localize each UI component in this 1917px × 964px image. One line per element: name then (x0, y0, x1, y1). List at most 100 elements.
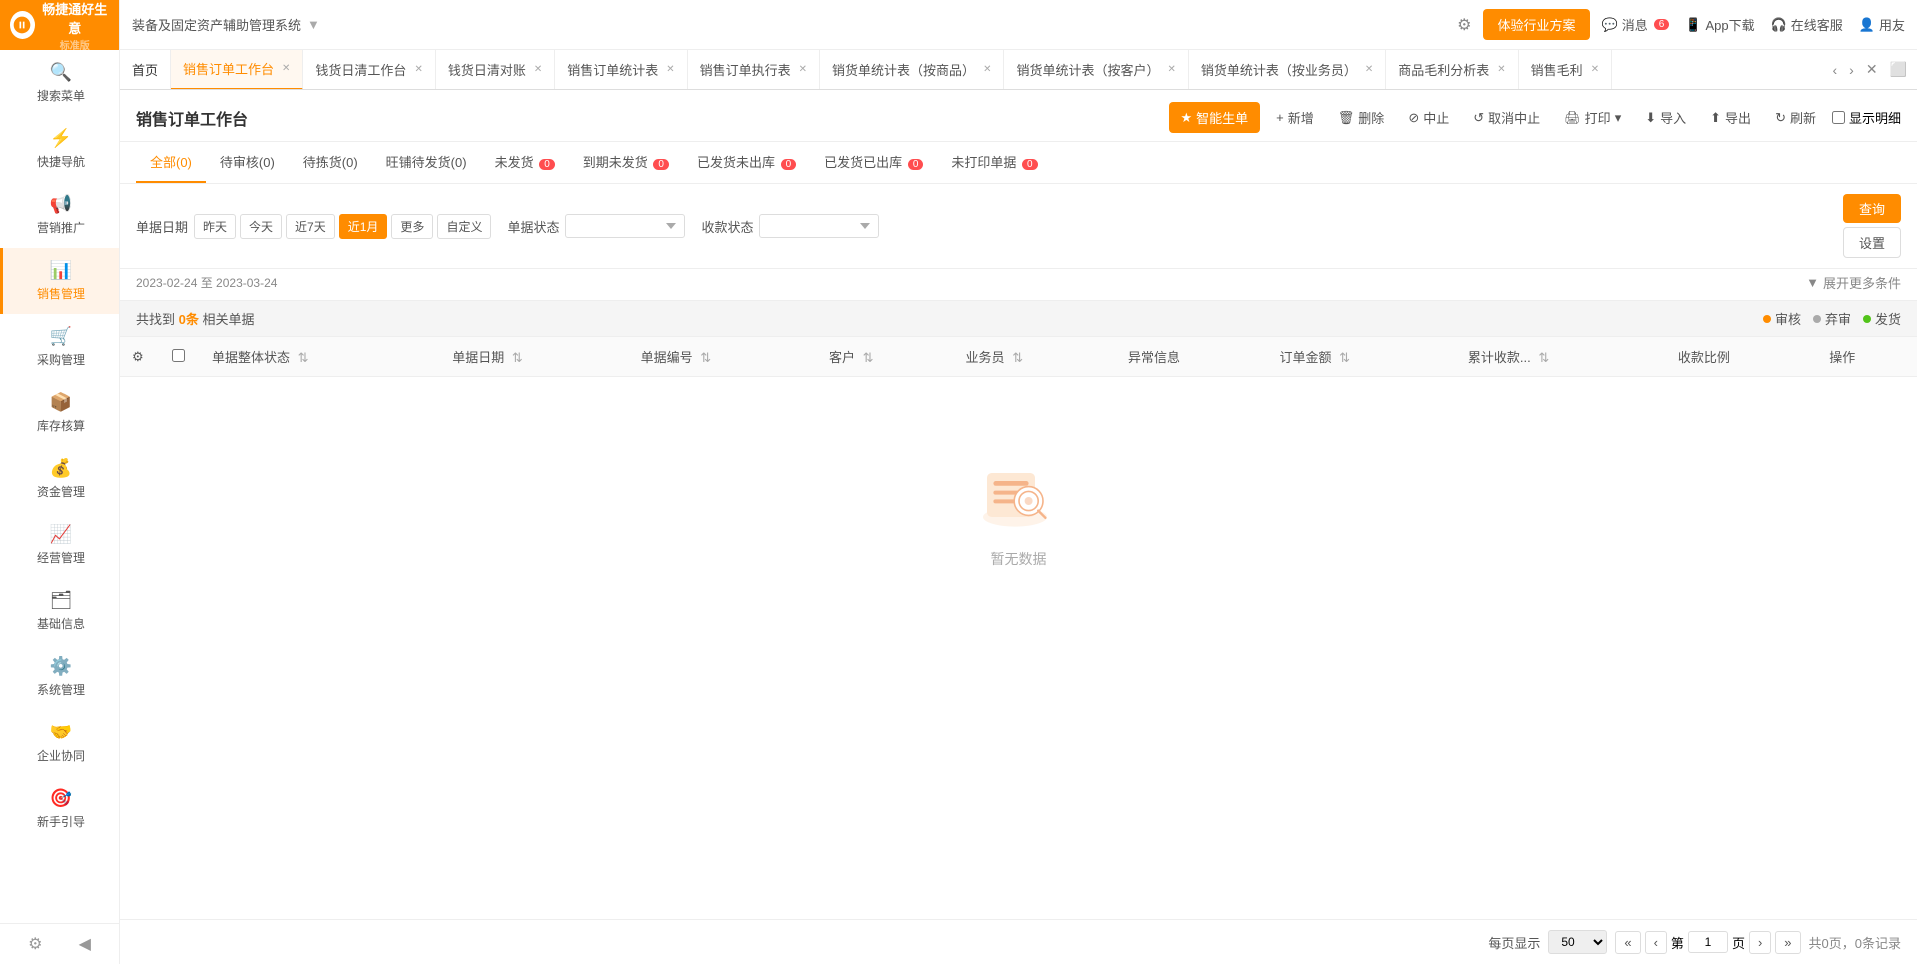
filter-tab-not-printed[interactable]: 未打印单据 0 (937, 142, 1051, 183)
tab-sales-by-customer-close[interactable]: ✕ (1167, 64, 1175, 75)
topbar-app-download[interactable]: 📱 App下载 (1685, 15, 1754, 34)
sidebar-item-finance[interactable]: 💰 资金管理 (0, 446, 119, 512)
filter-tab-pending-pick[interactable]: 待拣货(0) (289, 142, 372, 183)
sidebar-collapse-icon[interactable]: ◀ (79, 934, 91, 954)
expand-conditions-button[interactable]: ▼ 展开更多条件 (1806, 273, 1901, 292)
stop-button[interactable]: ⊘ 中止 (1400, 103, 1457, 132)
status-select[interactable] (565, 214, 685, 238)
show-detail-checkbox-group[interactable]: 显示明细 (1832, 108, 1901, 127)
sidebar-item-sales[interactable]: 📊 销售管理 (0, 248, 119, 314)
tab-sales-by-staff[interactable]: 销货单统计表（按业务员） ✕ (1189, 50, 1386, 90)
th-amount[interactable]: 订单金额 ⇅ (1267, 337, 1455, 377)
tab-close-all[interactable]: ✕ (1862, 57, 1882, 82)
column-setting-icon[interactable]: ⚙ (132, 349, 144, 364)
date-btn-7days[interactable]: 近7天 (286, 214, 335, 239)
filter-tab-overdue[interactable]: 到期未发货 0 (569, 142, 683, 183)
refresh-button[interactable]: ↻ 刷新 (1767, 103, 1824, 132)
filter-tab-not-shipped[interactable]: 未发货 0 (481, 142, 569, 183)
th-salesperson[interactable]: 业务员 ⇅ (954, 337, 1116, 377)
tab-sales-by-customer[interactable]: 销货单统计表（按客户） ✕ (1004, 50, 1188, 90)
sidebar-item-purchase[interactable]: 🛒 采购管理 (0, 314, 119, 380)
sidebar-item-guide[interactable]: 🎯 新手引导 (0, 776, 119, 842)
th-status[interactable]: 单据整体状态 ⇅ (200, 337, 440, 377)
payment-select[interactable] (759, 214, 879, 238)
sidebar-item-system[interactable]: ⚙️ 系统管理 (0, 644, 119, 710)
sidebar-item-quick-nav[interactable]: ⚡ 快捷导航 (0, 116, 119, 182)
date-btn-today[interactable]: 今天 (240, 214, 282, 239)
filter-tab-pending-audit[interactable]: 待审核(0) (206, 142, 289, 183)
tab-home[interactable]: 首页 (120, 50, 171, 90)
cancel-audit-action[interactable]: 弃审 (1813, 309, 1851, 328)
th-date-label: 单据日期 (452, 350, 504, 365)
tab-sales-exec-close[interactable]: ✕ (799, 64, 807, 75)
filter-tab-all[interactable]: 全部(0) (136, 142, 206, 183)
th-number[interactable]: 单据编号 ⇅ (629, 337, 817, 377)
next-page-button[interactable]: › (1749, 931, 1771, 954)
filter-tab-shipped-out[interactable]: 已发货已出库 0 (810, 142, 937, 183)
cancel-stop-button[interactable]: ↺ 取消中止 (1465, 103, 1548, 132)
last-page-button[interactable]: » (1775, 931, 1800, 954)
sidebar-item-marketing[interactable]: 📢 营销推广 (0, 182, 119, 248)
import-button[interactable]: ⬇ 导入 (1637, 103, 1694, 132)
page-input[interactable] (1688, 931, 1728, 953)
ship-action[interactable]: 发货 (1863, 309, 1901, 328)
sidebar-item-inventory[interactable]: 📦 库存核算 (0, 380, 119, 446)
topbar-user[interactable]: 👤 用友 (1859, 15, 1905, 34)
tab-sales-workbench-close[interactable]: ✕ (282, 63, 290, 74)
th-collected[interactable]: 累计收款... ⇅ (1456, 337, 1666, 377)
print-button[interactable]: 🖨 打印 ▾ (1556, 103, 1629, 132)
tab-gross-profit-close[interactable]: ✕ (1497, 64, 1505, 75)
filter-tab-shipped-not-out[interactable]: 已发货未出库 0 (683, 142, 810, 183)
tab-sales-stats-close[interactable]: ✕ (666, 64, 674, 75)
sidebar-item-enterprise[interactable]: 🤝 企业协同 (0, 710, 119, 776)
import-icon: ⬇ (1645, 110, 1656, 126)
date-btn-yesterday[interactable]: 昨天 (194, 214, 236, 239)
audit-action[interactable]: 审核 (1763, 309, 1801, 328)
tab-sales-stats[interactable]: 销售订单统计表 ✕ (555, 50, 687, 90)
delete-button[interactable]: 🗑 删除 (1330, 103, 1393, 132)
tab-sales-summary-close[interactable]: ✕ (1591, 64, 1599, 75)
th-customer[interactable]: 客户 ⇅ (817, 337, 954, 377)
prev-page-button[interactable]: ‹ (1645, 931, 1667, 954)
tab-scroll-left[interactable]: ‹ (1828, 58, 1841, 82)
topbar-gear-icon[interactable]: ⚙ (1457, 15, 1471, 35)
tab-cash-daily-close[interactable]: ✕ (414, 64, 422, 75)
tab-sales-exec[interactable]: 销售订单执行表 ✕ (688, 50, 820, 90)
show-detail-checkbox[interactable] (1832, 111, 1845, 124)
sidebar-item-search[interactable]: 🔍 搜索菜单 (0, 50, 119, 116)
tab-cash-reconcile[interactable]: 钱货日清对账 ✕ (436, 50, 555, 90)
tab-maximize[interactable]: ⬜ (1886, 57, 1911, 82)
content: 销售订单工作台 ★ 智能生单 + 新增 🗑 删除 ⊘ 中止 (120, 90, 1917, 964)
export-button[interactable]: ⬆ 导出 (1702, 103, 1759, 132)
topbar-message[interactable]: 💬 消息 6 (1602, 15, 1670, 34)
tab-sales-workbench[interactable]: 销售订单工作台 ✕ (171, 50, 303, 90)
tab-gross-profit[interactable]: 商品毛利分析表 ✕ (1386, 50, 1518, 90)
tab-cash-reconcile-close[interactable]: ✕ (534, 64, 542, 75)
date-btn-custom[interactable]: 自定义 (437, 214, 491, 239)
tab-sales-by-staff-close[interactable]: ✕ (1365, 64, 1373, 75)
smart-gen-button[interactable]: ★ 智能生单 (1169, 102, 1261, 133)
th-date[interactable]: 单据日期 ⇅ (440, 337, 628, 377)
tab-sales-summary[interactable]: 销售毛利 ✕ (1519, 50, 1612, 90)
setting-button[interactable]: 设置 (1843, 227, 1901, 258)
tab-cash-daily-label: 钱货日清工作台 (315, 60, 406, 79)
query-button[interactable]: 查询 (1843, 194, 1901, 223)
sidebar-item-operation[interactable]: 📈 经营管理 (0, 512, 119, 578)
filter-tab-wangpu[interactable]: 旺铺待发货(0) (372, 142, 481, 183)
sidebar-settings-icon[interactable]: ⚙ (28, 934, 42, 954)
date-btn-more[interactable]: 更多 (391, 214, 433, 239)
sidebar-item-inventory-label: 库存核算 (37, 417, 85, 434)
tab-sales-by-product-close[interactable]: ✕ (983, 64, 991, 75)
select-all-checkbox[interactable] (172, 349, 185, 362)
tab-scroll-right[interactable]: › (1845, 58, 1858, 82)
th-ratio: 收款比例 (1666, 337, 1817, 377)
tab-sales-by-product[interactable]: 销货单统计表（按商品） ✕ (820, 50, 1004, 90)
per-page-select[interactable]: 10 20 50 100 (1548, 930, 1607, 954)
sidebar-item-basic-info[interactable]: 🗂 基础信息 (0, 578, 119, 644)
first-page-button[interactable]: « (1615, 931, 1640, 954)
topbar-online-support[interactable]: 🎧 在线客服 (1771, 15, 1843, 34)
solution-button[interactable]: 体验行业方案 (1483, 9, 1589, 40)
tab-cash-daily[interactable]: 钱货日清工作台 ✕ (303, 50, 435, 90)
date-btn-1month[interactable]: 近1月 (339, 214, 388, 239)
add-button[interactable]: + 新增 (1268, 103, 1322, 132)
